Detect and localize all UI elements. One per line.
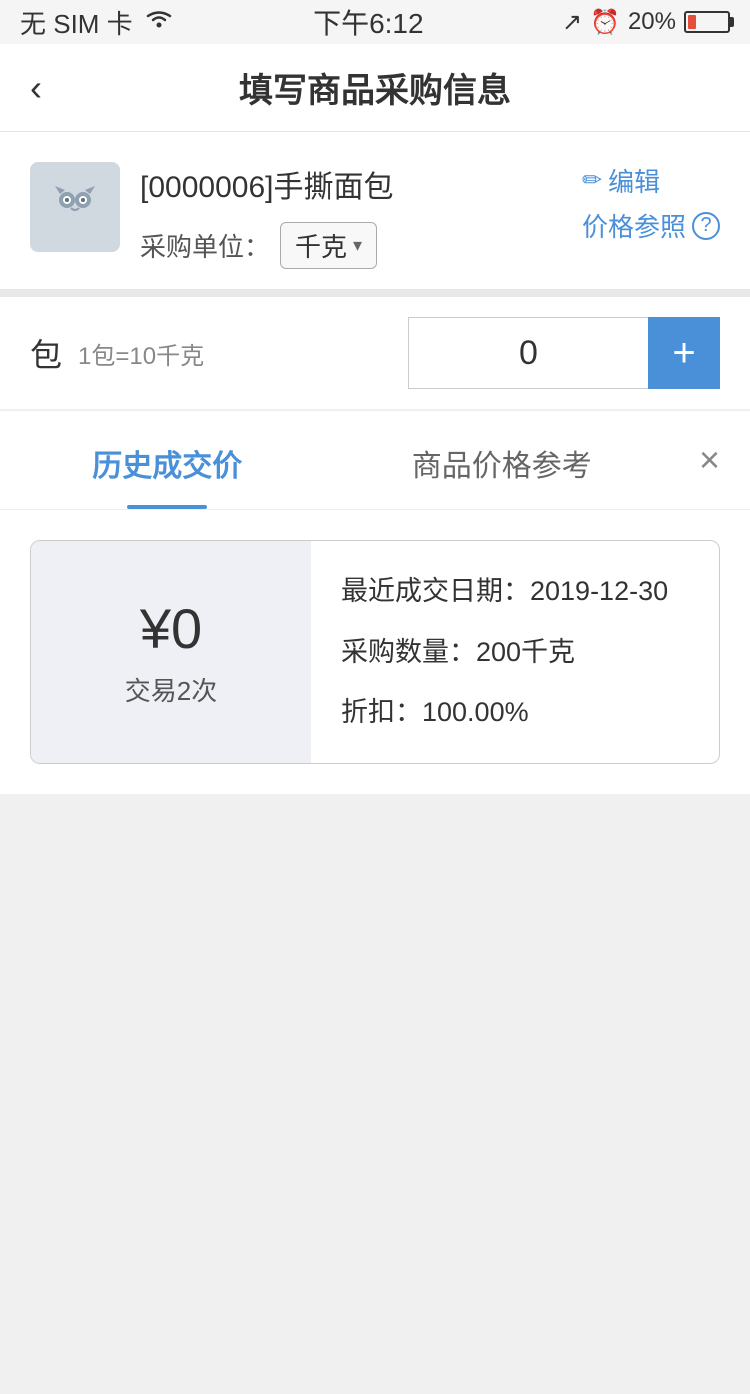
wifi-icon [143,7,175,38]
product-unit-row: 采购单位： 千克 ▾ [140,222,393,269]
carrier-text: 无 SIM 卡 [20,4,133,41]
status-carrier: 无 SIM 卡 [20,4,175,41]
quantity-conversion: 1包=10千克 [78,336,204,371]
page-background [0,794,750,1394]
back-button[interactable]: ‹ [30,57,52,119]
product-header: [0000006]手撕面包 采购单位： 千克 ▾ ✏ 编辑 价格参照 ? [30,162,720,269]
price-ref-question-icon: ? [692,212,720,240]
price-card-right: 最近成交日期：2019-12-30 采购数量：200千克 折扣：100.00% [311,541,719,763]
discount-value: 100.00% [422,697,529,727]
product-left: [0000006]手撕面包 采购单位： 千克 ▾ [30,162,393,269]
status-right-group: ↗ ⏰ 20% [562,8,730,37]
tab-product-price-ref-label: 商品价格参考 [412,450,592,483]
recent-date-value: 2019-12-30 [530,576,668,606]
alarm-icon: ⏰ [590,8,620,37]
price-ref-label: 价格参照 [582,207,686,244]
tab-close-button[interactable]: × [669,439,750,481]
price-ref-button[interactable]: 价格参照 ? [582,207,720,244]
edit-button[interactable]: ✏ 编辑 [582,162,720,199]
tabs-bar: 历史成交价 商品价格参考 × [0,411,750,510]
status-time: 下午6:12 [313,2,424,42]
quantity-row: 包 1包=10千克 + [0,297,750,409]
quantity-label-group: 包 1包=10千克 [30,330,204,376]
unit-value: 千克 [295,227,347,264]
chevron-down-icon: ▾ [353,235,362,256]
purchase-qty-value: 200千克 [476,637,575,667]
price-trades: 交易2次 [125,671,217,708]
tab-history-price[interactable]: 历史成交价 [0,411,334,509]
tabs-section: 历史成交价 商品价格参考 × ¥0 交易2次 最近成交日期：2019-12-30… [0,411,750,794]
quantity-input-group[interactable]: + [408,317,720,389]
tab-history-price-label: 历史成交价 [92,450,242,483]
recent-date-label: 最近成交日期： [341,576,530,606]
price-card-left: ¥0 交易2次 [31,541,311,763]
battery-percent: 20% [628,8,676,36]
quantity-divider [0,289,750,297]
battery-fill [688,15,696,29]
recent-date-row: 最近成交日期：2019-12-30 [341,571,689,612]
product-card: [0000006]手撕面包 采购单位： 千克 ▾ ✏ 编辑 价格参照 ? [0,132,750,289]
purchase-qty-row: 采购数量：200千克 [341,632,689,673]
product-right-actions: ✏ 编辑 价格参照 ? [582,162,720,244]
quantity-unit-badge: 包 [30,330,62,376]
battery-icon [684,11,730,33]
close-icon: × [699,439,720,481]
page-title: 填写商品采购信息 [239,63,511,112]
edit-label: 编辑 [608,162,660,199]
discount-label: 折扣： [341,697,422,727]
product-info: [0000006]手撕面包 采购单位： 千克 ▾ [140,162,393,269]
product-thumbnail [30,162,120,252]
product-name: [0000006]手撕面包 [140,162,393,206]
price-card: ¥0 交易2次 最近成交日期：2019-12-30 采购数量：200千克 折扣：… [30,540,720,764]
plus-icon: + [672,331,695,376]
unit-select[interactable]: 千克 ▾ [280,222,377,269]
product-thumb-icon [45,172,105,242]
status-bar: 无 SIM 卡 下午6:12 ↗ ⏰ 20% [0,0,750,44]
quantity-input[interactable] [408,317,648,389]
currency-symbol: ¥ [140,597,171,660]
discount-row: 折扣：100.00% [341,692,689,733]
tab-content-history: ¥0 交易2次 最近成交日期：2019-12-30 采购数量：200千克 折扣：… [0,510,750,794]
location-icon: ↗ [562,8,582,37]
nav-bar: ‹ 填写商品采购信息 [0,44,750,132]
tab-product-price-ref[interactable]: 商品价格参考 [334,411,668,509]
price-value: 0 [171,597,202,660]
price-amount: ¥0 [140,596,202,661]
edit-icon: ✏ [582,166,602,195]
purchase-qty-label: 采购数量： [341,637,476,667]
unit-label: 采购单位： [140,227,270,264]
quantity-plus-button[interactable]: + [648,317,720,389]
